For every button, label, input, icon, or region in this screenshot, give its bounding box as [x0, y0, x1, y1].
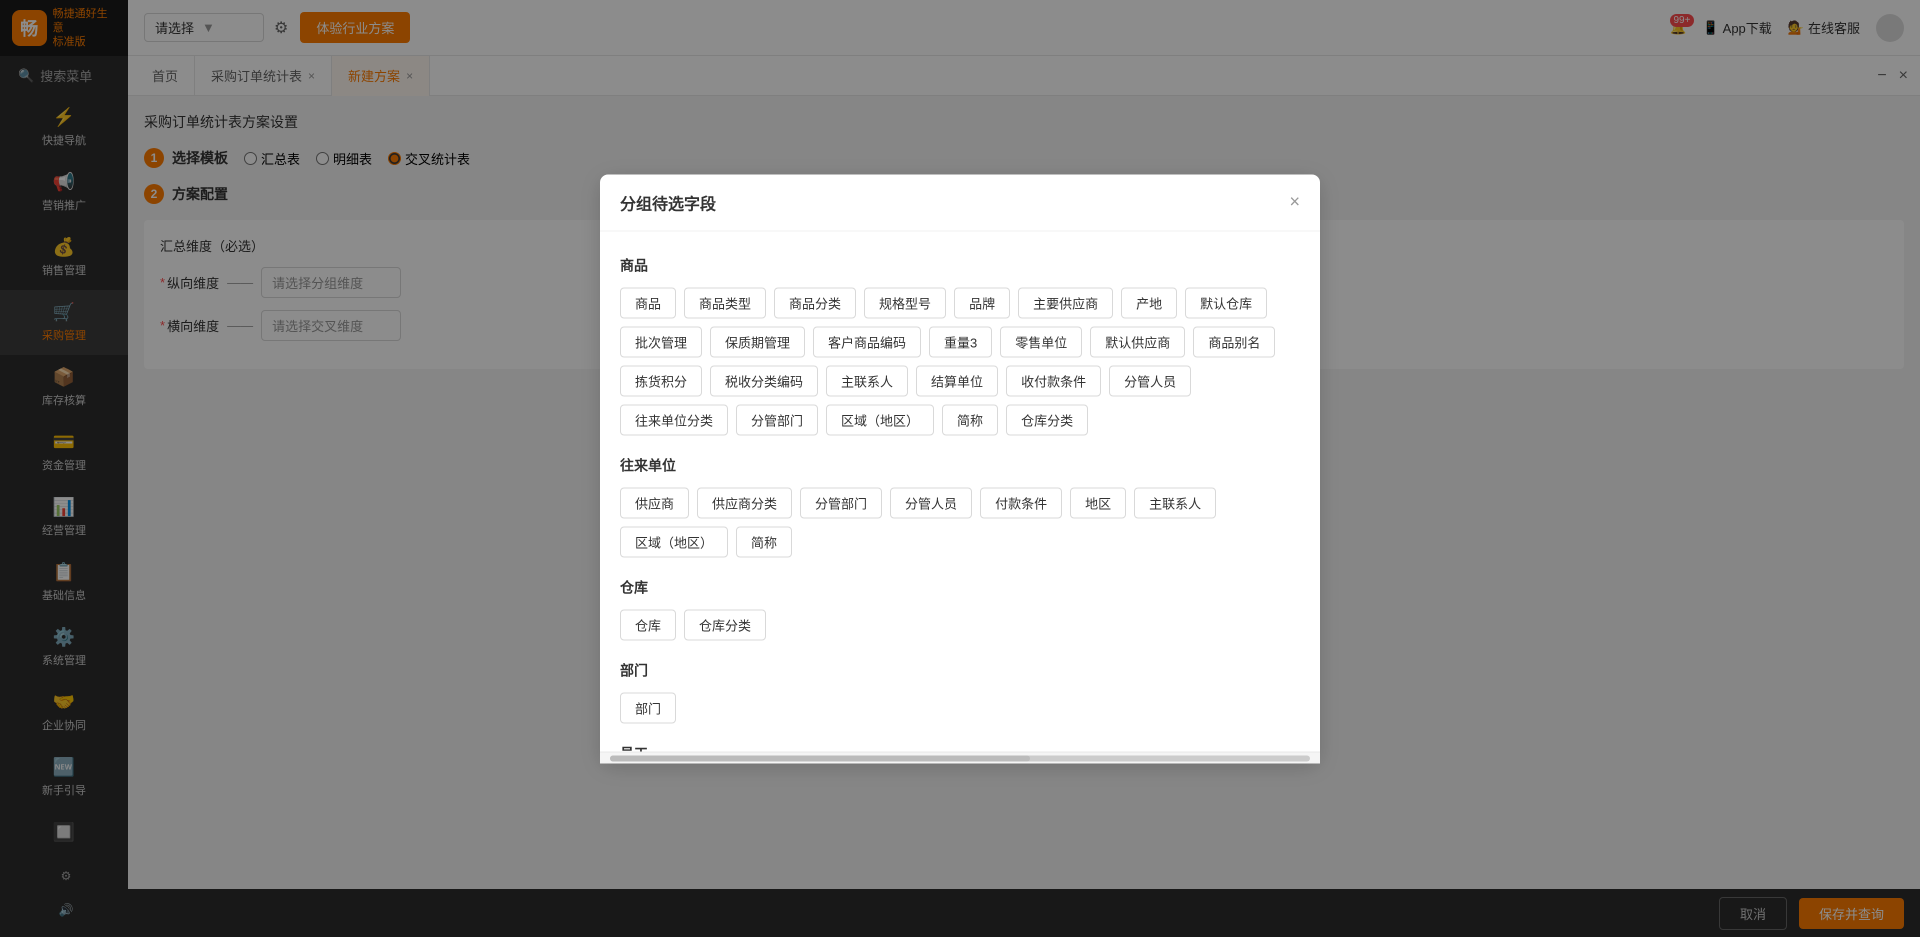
field-tag[interactable]: 付款条件	[980, 487, 1062, 518]
modal-close-button[interactable]: ×	[1289, 192, 1300, 213]
field-tag[interactable]: 仓库	[620, 609, 676, 640]
field-tag[interactable]: 地区	[1070, 487, 1126, 518]
section-title-warehouse: 仓库	[620, 577, 1300, 597]
section-title-product: 商品	[620, 255, 1300, 275]
field-tag[interactable]: 供应商	[620, 487, 689, 518]
field-tag[interactable]: 区域（地区）	[826, 404, 934, 435]
field-tag[interactable]: 保质期管理	[710, 326, 805, 357]
field-tag[interactable]: 商品类型	[684, 287, 766, 318]
field-select-modal: 分组待选字段 × 商品 商品 商品类型 商品分类 规格型号 品牌 主要供应商 产…	[600, 174, 1320, 763]
field-tag[interactable]: 部门	[620, 692, 676, 723]
field-tag[interactable]: 主联系人	[826, 365, 908, 396]
field-tag[interactable]: 分管部门	[800, 487, 882, 518]
field-tag[interactable]: 规格型号	[864, 287, 946, 318]
field-grid-department: 部门	[620, 692, 1300, 723]
field-tag[interactable]: 供应商分类	[697, 487, 792, 518]
field-grid-warehouse: 仓库 仓库分类	[620, 609, 1300, 640]
field-tag[interactable]: 客户商品编码	[813, 326, 921, 357]
field-tag[interactable]: 重量3	[929, 326, 992, 357]
modal-title: 分组待选字段	[620, 190, 716, 214]
field-tag[interactable]: 分管人员	[1109, 365, 1191, 396]
section-title-department: 部门	[620, 660, 1300, 680]
field-tag[interactable]: 主要供应商	[1018, 287, 1113, 318]
field-tag[interactable]: 拣货积分	[620, 365, 702, 396]
field-tag[interactable]: 主联系人	[1134, 487, 1216, 518]
field-tag[interactable]: 默认供应商	[1090, 326, 1185, 357]
field-tag[interactable]: 简称	[942, 404, 998, 435]
field-tag[interactable]: 往来单位分类	[620, 404, 728, 435]
field-tag[interactable]: 仓库分类	[1006, 404, 1088, 435]
modal-hscroll-track	[610, 755, 1310, 761]
field-tag[interactable]: 商品分类	[774, 287, 856, 318]
field-tag[interactable]: 区域（地区）	[620, 526, 728, 557]
field-tag[interactable]: 分管部门	[736, 404, 818, 435]
field-tag[interactable]: 分管人员	[890, 487, 972, 518]
field-tag[interactable]: 结算单位	[916, 365, 998, 396]
field-tag[interactable]: 商品别名	[1193, 326, 1275, 357]
modal-hscroll-thumb	[610, 755, 1030, 761]
field-tag[interactable]: 商品	[620, 287, 676, 318]
field-tag[interactable]: 批次管理	[620, 326, 702, 357]
field-tag[interactable]: 品牌	[954, 287, 1010, 318]
modal-horizontal-scrollbar[interactable]	[600, 751, 1320, 763]
field-tag[interactable]: 收付款条件	[1006, 365, 1101, 396]
section-title-partner: 往来单位	[620, 455, 1300, 475]
field-tag[interactable]: 零售单位	[1000, 326, 1082, 357]
field-tag[interactable]: 简称	[736, 526, 792, 557]
field-tag[interactable]: 产地	[1121, 287, 1177, 318]
field-tag[interactable]: 仓库分类	[684, 609, 766, 640]
field-tag[interactable]: 税收分类编码	[710, 365, 818, 396]
field-tag[interactable]: 默认仓库	[1185, 287, 1267, 318]
field-grid-product: 商品 商品类型 商品分类 规格型号 品牌 主要供应商 产地 默认仓库 批次管理 …	[620, 287, 1300, 435]
modal-header: 分组待选字段 ×	[600, 174, 1320, 231]
section-title-employee: 员工	[620, 743, 1300, 751]
field-grid-partner: 供应商 供应商分类 分管部门 分管人员 付款条件 地区 主联系人 区域（地区） …	[620, 487, 1300, 557]
modal-body: 商品 商品 商品类型 商品分类 规格型号 品牌 主要供应商 产地 默认仓库 批次…	[600, 231, 1320, 751]
